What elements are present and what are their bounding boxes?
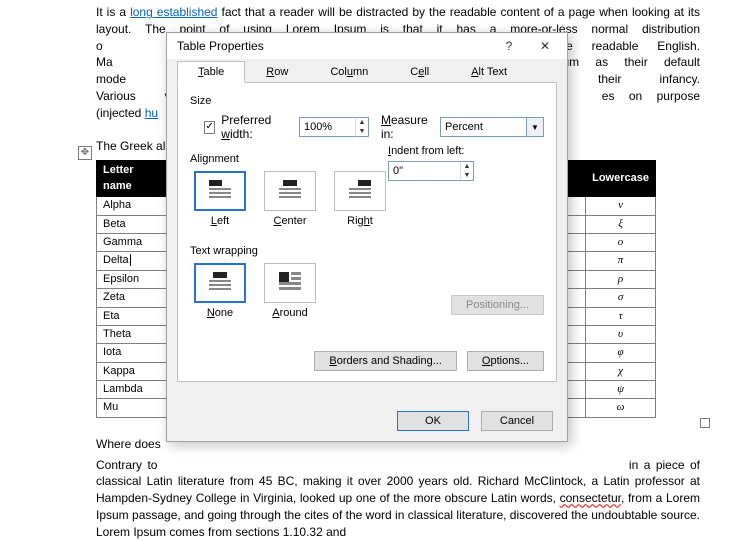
positioning-button: Positioning...	[451, 295, 544, 315]
cell-lowercase[interactable]: ψ	[586, 381, 656, 399]
indent-spinner[interactable]: 0" ▲▼	[388, 161, 474, 181]
cell-lowercase[interactable]: σ	[586, 289, 656, 307]
cell-name[interactable]: Epsilon	[97, 270, 167, 288]
col-letter-name[interactable]: Letter name	[97, 161, 167, 197]
table-move-handle[interactable]: ✥	[78, 146, 92, 160]
cell-name[interactable]: Beta	[97, 215, 167, 233]
preferred-width-checkbox[interactable]	[204, 121, 215, 134]
cell-name[interactable]: Kappa	[97, 362, 167, 380]
measure-in-value: Percent	[440, 117, 526, 137]
measure-in-select[interactable]: Percent ▼	[440, 117, 544, 137]
tab-strip: Table Row Column Cell Alt Text	[167, 59, 567, 83]
spinner-arrows[interactable]: ▲▼	[355, 117, 369, 137]
cancel-button[interactable]: Cancel	[481, 411, 553, 431]
cell-name[interactable]: Mu	[97, 399, 167, 417]
table-properties-dialog: Table Properties ? ✕ Table Row Column Ce…	[166, 32, 568, 442]
cell-lowercase[interactable]: ξ	[586, 215, 656, 233]
alignment-options: Left Center Right	[194, 171, 544, 227]
align-center-option[interactable]: Center	[264, 171, 316, 227]
preferred-width-label: Preferred width:	[221, 113, 293, 141]
wrap-none-option[interactable]: None	[194, 263, 246, 319]
ok-button[interactable]: OK	[397, 411, 469, 431]
cell-name[interactable]: Alpha	[97, 197, 167, 215]
indent-input[interactable]: 0"	[388, 161, 460, 181]
dialog-title: Table Properties	[177, 39, 491, 53]
cell-name[interactable]: Zeta	[97, 289, 167, 307]
dialog-titlebar[interactable]: Table Properties ? ✕	[167, 33, 567, 59]
align-left-option[interactable]: Left	[194, 171, 246, 227]
table-resize-handle[interactable]	[700, 418, 710, 428]
cell-lowercase[interactable]: φ	[586, 344, 656, 362]
cell-name[interactable]: Delta	[97, 252, 167, 270]
cell-lowercase[interactable]: τ	[586, 307, 656, 325]
close-button[interactable]: ✕	[527, 35, 563, 57]
tab-table[interactable]: Table	[177, 61, 245, 83]
help-button[interactable]: ?	[491, 35, 527, 57]
wrap-section-label: Text wrapping	[190, 245, 544, 257]
chevron-down-icon[interactable]: ▼	[526, 117, 544, 137]
measure-in-label: Measure in:	[381, 113, 434, 141]
indent-label: Indent from left:	[388, 145, 474, 157]
options-button[interactable]: Options...	[467, 351, 544, 371]
spellerror-consectetur[interactable]: consectetur	[560, 491, 621, 505]
tab-cell[interactable]: Cell	[389, 61, 450, 83]
cell-lowercase[interactable]: ν	[586, 197, 656, 215]
tab-column[interactable]: Column	[309, 61, 389, 83]
col-lowercase[interactable]: Lowercase	[586, 161, 656, 197]
indent-group: Indent from left: 0" ▲▼	[388, 145, 474, 181]
tab-alt-text[interactable]: Alt Text	[450, 61, 528, 83]
tab-row[interactable]: Row	[245, 61, 309, 83]
link-humour[interactable]: hu	[145, 106, 158, 120]
cell-lowercase[interactable]: υ	[586, 325, 656, 343]
borders-shading-button[interactable]: Borders and Shading...	[314, 351, 457, 371]
wrap-around-option[interactable]: Around	[264, 263, 316, 319]
size-section-label: Size	[190, 95, 544, 107]
paragraph-3: Contrary to ____________________________…	[96, 457, 700, 541]
cell-name[interactable]: Theta	[97, 325, 167, 343]
preferred-width-spinner[interactable]: 100% ▲▼	[299, 117, 369, 137]
cell-lowercase[interactable]: ο	[586, 233, 656, 251]
cell-name[interactable]: Lambda	[97, 381, 167, 399]
link-long-established[interactable]: long established	[130, 5, 217, 19]
cell-name[interactable]: Iota	[97, 344, 167, 362]
indent-spinner-arrows[interactable]: ▲▼	[460, 161, 474, 181]
tab-panel-table: Size Preferred width: 100% ▲▼ Measure in…	[177, 82, 557, 382]
preferred-width-input[interactable]: 100%	[299, 117, 355, 137]
align-right-option[interactable]: Right	[334, 171, 386, 227]
cell-lowercase[interactable]: χ	[586, 362, 656, 380]
cell-name[interactable]: Eta	[97, 307, 167, 325]
cell-name[interactable]: Gamma	[97, 233, 167, 251]
alignment-section-label: Alignment	[190, 153, 544, 165]
cell-lowercase[interactable]: π	[586, 252, 656, 270]
cell-lowercase[interactable]: ρ	[586, 270, 656, 288]
cell-lowercase[interactable]: ω	[586, 399, 656, 417]
